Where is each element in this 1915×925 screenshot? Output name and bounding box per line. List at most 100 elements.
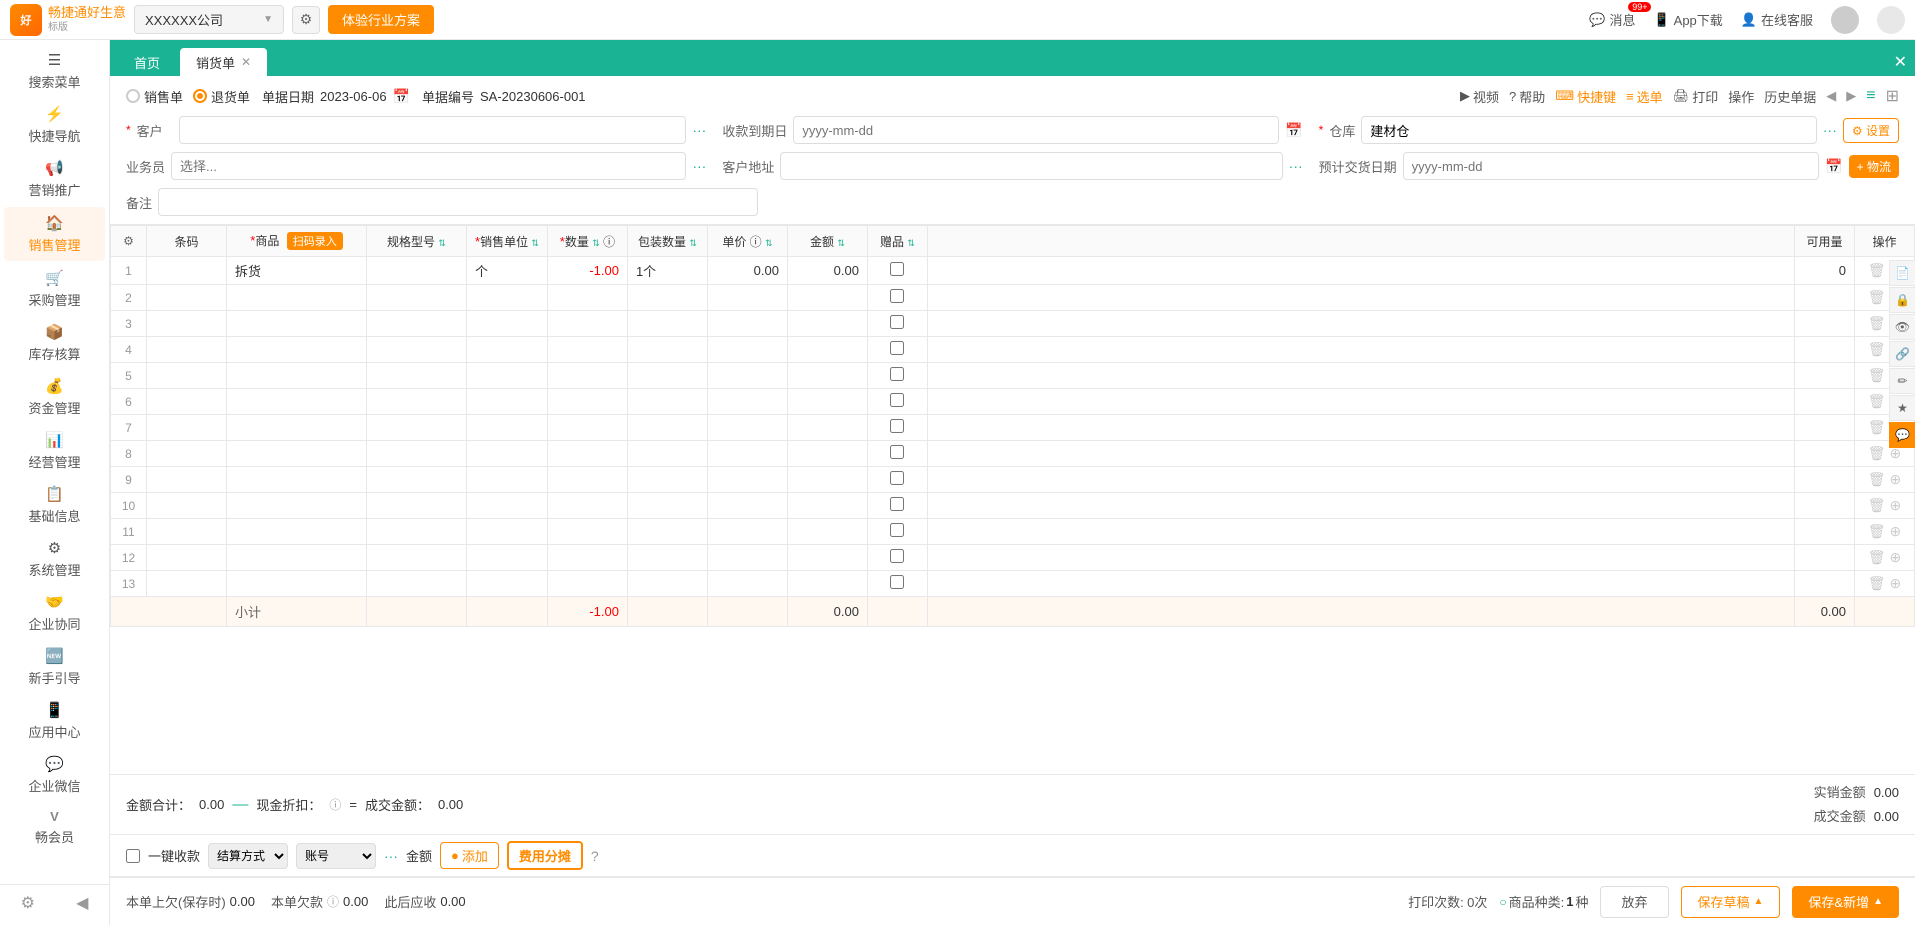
return-order-radio[interactable]: 退货单 <box>193 87 250 106</box>
help-toolbar-item[interactable]: ? 帮助 <box>1509 87 1545 106</box>
copy-icon[interactable]: ⊕ <box>1890 575 1902 591</box>
expected-date-field: 预计交货日期 📅 + 物流 <box>1319 152 1899 180</box>
print-toolbar-item[interactable]: 🖨 打印 <box>1673 87 1719 106</box>
next-icon[interactable]: ▶ <box>1846 88 1856 104</box>
sidebar-item-purchase[interactable]: 🛒 采购管理 <box>0 262 109 316</box>
help-circle-icon[interactable]: ⓘ <box>329 796 341 813</box>
sidebar-collapse-button[interactable]: ◀ <box>76 893 88 913</box>
customer-more-icon[interactable]: ··· <box>692 122 706 138</box>
sidebar-item-search[interactable]: ☰ 搜索菜单 <box>0 44 109 98</box>
delete-icon[interactable]: 🗑 <box>1868 367 1886 383</box>
calendar-icon[interactable]: 📅 <box>393 88 410 105</box>
settings-gear-button[interactable]: ⚙ <box>292 6 320 34</box>
delete-icon[interactable]: 🗑 <box>1868 419 1886 435</box>
owe-circle-icon[interactable]: ⓘ <box>327 893 339 910</box>
delete-icon[interactable]: 🗑 <box>1868 262 1886 278</box>
video-toolbar-item[interactable]: ▶ 视频 <box>1460 87 1499 106</box>
delete-icon[interactable]: 🗑 <box>1868 315 1886 331</box>
logistics-action-btn[interactable]: + 物流 <box>1849 155 1899 178</box>
online-service-button[interactable]: 👤 在线客服 <box>1741 10 1813 29</box>
sidebar-item-wechat[interactable]: 💬 企业微信 <box>0 748 109 802</box>
prev-icon[interactable]: ◀ <box>1826 88 1836 104</box>
save-draft-btn[interactable]: 保存草稿 ▲ <box>1681 886 1781 918</box>
one-click-payment-checkbox[interactable] <box>126 849 140 863</box>
float-btn-7[interactable]: 💬 <box>1889 422 1915 448</box>
notes-input[interactable] <box>158 188 758 216</box>
payment-help-icon[interactable]: ? <box>591 848 599 864</box>
copy-icon[interactable]: ⊕ <box>1890 523 1902 539</box>
tab-sales-order[interactable]: 销货单 ✕ <box>180 48 267 76</box>
warehouse-more-icon[interactable]: ··· <box>1823 122 1837 138</box>
tab-bar-close-button[interactable]: ✕ <box>1894 52 1907 76</box>
float-btn-6[interactable]: ★ <box>1889 395 1915 421</box>
delete-icon[interactable]: 🗑 <box>1868 497 1886 513</box>
sidebar-item-collab[interactable]: 🤝 企业协同 <box>0 586 109 640</box>
delete-icon[interactable]: 🗑 <box>1868 523 1886 539</box>
sidebar-item-vip[interactable]: V 畅会员 <box>0 802 109 853</box>
scan-input-btn[interactable]: 扫码录入 <box>287 232 343 250</box>
app-download-button[interactable]: 📱 App下载 <box>1653 10 1722 29</box>
history-toolbar-item[interactable]: 历史单据 <box>1764 87 1816 106</box>
tab-close-icon[interactable]: ✕ <box>241 55 251 69</box>
float-btn-3[interactable]: 👁 <box>1889 314 1915 340</box>
sidebar-item-appstore[interactable]: 📱 应用中心 <box>0 694 109 748</box>
col-settings-header[interactable]: ⚙ <box>111 226 147 257</box>
copy-icon[interactable]: ⊕ <box>1890 497 1902 513</box>
sidebar-item-ops[interactable]: 📊 经营管理 <box>0 424 109 478</box>
float-btn-1[interactable]: 📄 <box>1889 260 1915 286</box>
customer-input[interactable] <box>179 116 687 144</box>
sales-order-radio[interactable]: 销售单 <box>126 87 183 106</box>
sidebar-item-guide[interactable]: 🆕 新手引导 <box>0 640 109 694</box>
sidebar-item-finance[interactable]: 💰 资金管理 <box>0 370 109 424</box>
customer-addr-input[interactable] <box>780 152 1282 180</box>
select-toolbar-item[interactable]: ≡ 选单 <box>1626 87 1663 106</box>
delete-icon[interactable]: 🗑 <box>1868 341 1886 357</box>
trial-button[interactable]: 体验行业方案 <box>328 5 434 34</box>
delete-icon[interactable]: 🗑 <box>1868 549 1886 565</box>
product-type-unit: 种 <box>1575 892 1588 911</box>
shortcuts-toolbar-item[interactable]: ⌨ 快捷键 <box>1555 87 1616 106</box>
delete-icon[interactable]: 🗑 <box>1868 289 1886 305</box>
delete-icon[interactable]: 🗑 <box>1868 393 1886 409</box>
company-selector[interactable]: XXXXXX公司 ▼ <box>134 5 284 34</box>
sidebar-item-inventory[interactable]: 📦 库存核算 <box>0 316 109 370</box>
float-btn-2[interactable]: 🔒 <box>1889 287 1915 313</box>
expense-split-btn[interactable]: 费用分摊 <box>507 841 583 870</box>
sidebar-item-quicknav[interactable]: ⚡ 快捷导航 <box>0 98 109 152</box>
sidebar-item-system[interactable]: ⚙ 系统管理 <box>0 532 109 586</box>
float-btn-4[interactable]: 🔗 <box>1889 341 1915 367</box>
sidebar-settings-button[interactable]: ⚙ <box>21 893 35 913</box>
customer-addr-more-icon[interactable]: ··· <box>1289 158 1303 174</box>
expected-date-input[interactable] <box>1403 152 1820 180</box>
delete-icon[interactable]: 🗑 <box>1868 445 1886 461</box>
payment-dots-icon[interactable]: ··· <box>384 848 398 864</box>
discard-btn[interactable]: 放弃 <box>1600 886 1668 918</box>
operation-toolbar-item[interactable]: 操作 <box>1728 87 1754 106</box>
delete-icon[interactable]: 🗑 <box>1868 471 1886 487</box>
deal-amount-right-label: 成交金额 <box>1814 805 1866 828</box>
warehouse-input[interactable] <box>1361 116 1817 144</box>
avatar[interactable] <box>1831 6 1859 34</box>
salesperson-more-icon[interactable]: ··· <box>692 158 706 174</box>
list-view-icon[interactable]: ≡ <box>1866 87 1875 105</box>
due-date-input[interactable] <box>793 116 1279 144</box>
settings-action-btn[interactable]: ⚙ 设置 <box>1843 118 1899 143</box>
due-date-calendar-icon[interactable]: 📅 <box>1285 122 1302 139</box>
float-btn-5[interactable]: ✏ <box>1889 368 1915 394</box>
save-new-btn[interactable]: 保存&新增 ▲ <box>1792 886 1899 918</box>
account-select[interactable]: 账号 <box>296 843 376 869</box>
tab-home[interactable]: 首页 <box>118 48 176 76</box>
copy-icon[interactable]: ⊕ <box>1890 471 1902 487</box>
add-payment-btn[interactable]: ● 添加 <box>440 842 499 869</box>
expected-date-calendar-icon[interactable]: 📅 <box>1825 158 1842 175</box>
sidebar-item-sales[interactable]: 🏠 销售管理 <box>4 207 105 261</box>
message-button[interactable]: 💬 消息 99+ <box>1589 10 1635 29</box>
grid-view-icon[interactable]: ⊞ <box>1886 86 1899 106</box>
salesperson-input[interactable] <box>171 152 686 180</box>
copy-icon[interactable]: ⊕ <box>1890 549 1902 565</box>
calc-method-select[interactable]: 结算方式 <box>208 843 288 869</box>
sidebar-item-basic[interactable]: 📋 基础信息 <box>0 478 109 532</box>
sidebar-item-label: 资金管理 <box>28 398 80 417</box>
delete-icon[interactable]: 🗑 <box>1868 575 1886 591</box>
sidebar-item-marketing[interactable]: 📢 营销推广 <box>0 152 109 206</box>
